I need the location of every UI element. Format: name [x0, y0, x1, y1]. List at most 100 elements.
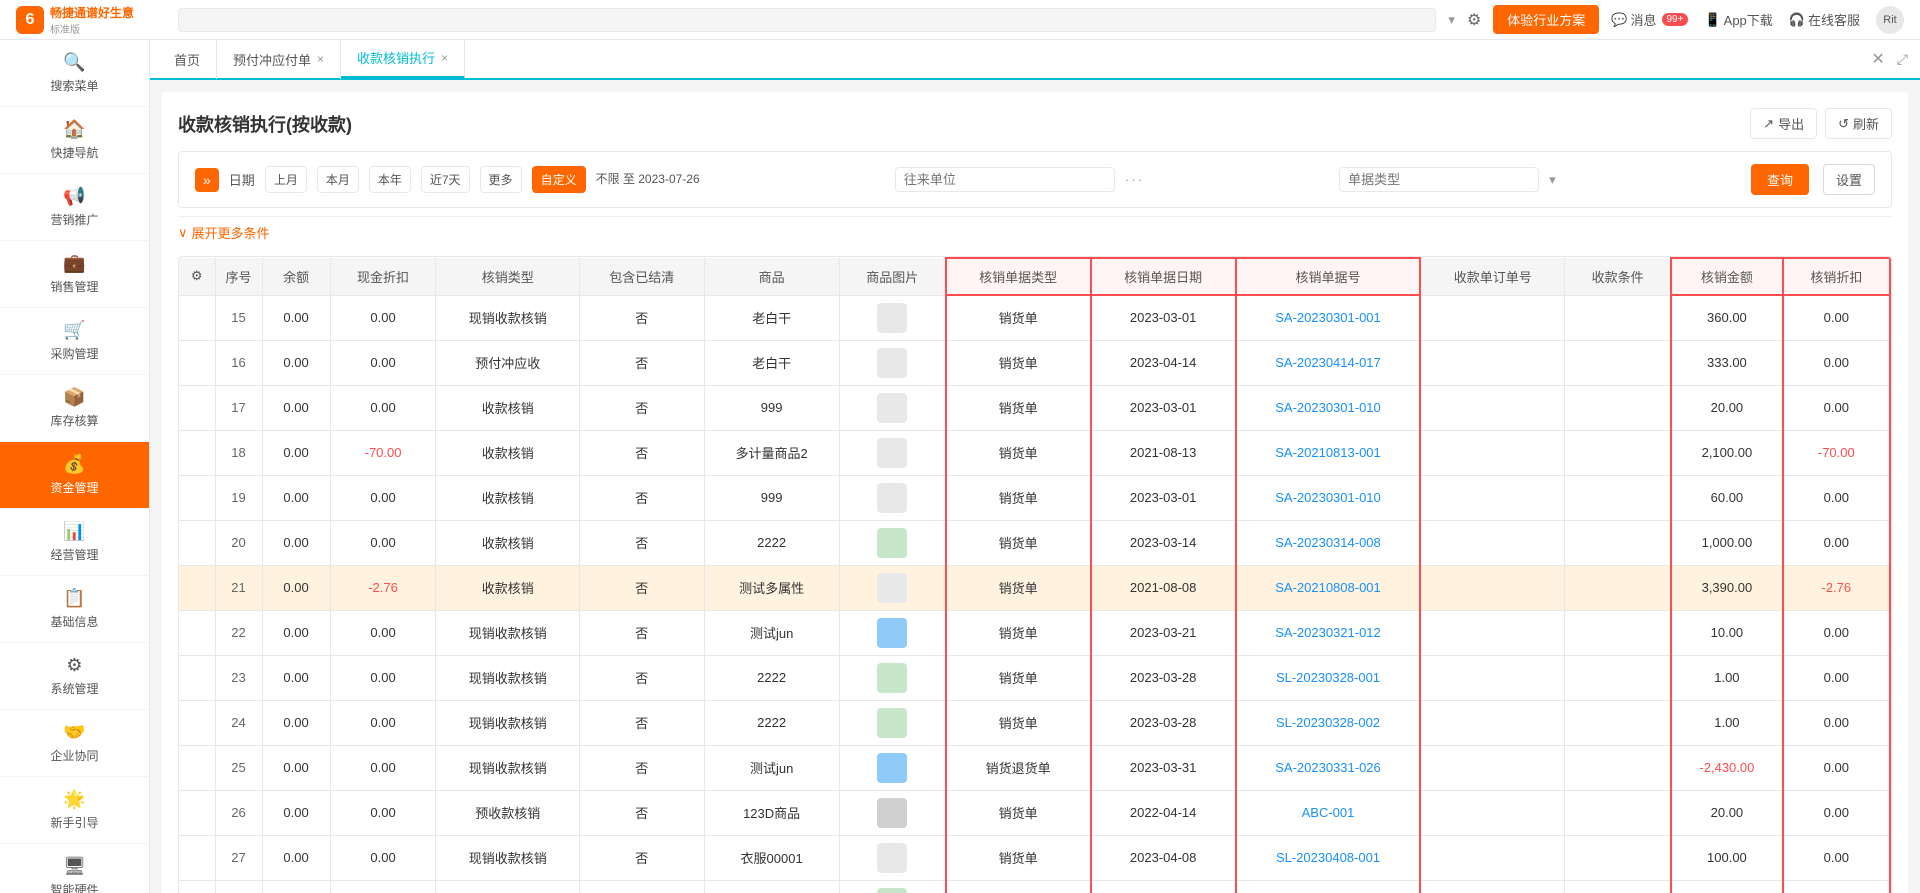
filter-last-7-days[interactable]: 近7天 — [421, 166, 470, 193]
bill-no-link[interactable]: SL-20230328-002 — [1276, 715, 1380, 730]
tab-collection-label: 收款核销执行 — [357, 48, 435, 67]
th-collection-order-no: 收款单订单号 — [1420, 258, 1564, 295]
th-gear[interactable]: ⚙ — [179, 258, 215, 295]
th-cancel-amount: 核销金额 — [1671, 258, 1782, 295]
tab-collection[interactable]: 收款核销执行 × — [341, 40, 465, 79]
bill-no-link[interactable]: SA-20230301-001 — [1275, 310, 1381, 325]
td-cash-discount: 0.00 — [330, 475, 436, 520]
td-cash-discount: 0.00 — [330, 385, 436, 430]
td-cancel-discount: 0.00 — [1783, 295, 1890, 340]
bill-no-link[interactable]: SA-20230321-012 — [1275, 625, 1381, 640]
sidebar-item-purchase[interactable]: 🛒 采购管理 — [0, 308, 149, 375]
bill-no-link[interactable]: SA-20210813-001 — [1275, 445, 1381, 460]
td-gear — [179, 835, 215, 880]
td-collection-order-no — [1420, 295, 1564, 340]
filter-last-month[interactable]: 上月 — [265, 166, 307, 193]
td-gear — [179, 880, 215, 893]
bill-no-link[interactable]: ABC-001 — [1302, 805, 1355, 820]
sidebar-item-smart-hw[interactable]: 🖥 智能硬件 — [0, 844, 149, 893]
sidebar-item-system[interactable]: ⚙ 系统管理 — [0, 643, 149, 710]
bill-no-link[interactable]: SL-20230408-001 — [1276, 850, 1380, 865]
table-container: ⚙ 序号 余额 现金折扣 核销类型 包含已结清 商品 商品图片 核销单据类型 — [178, 256, 1892, 893]
bill-no-link[interactable]: SA-20230414-017 — [1275, 355, 1381, 370]
td-collection-terms — [1565, 565, 1672, 610]
th-product-img: 商品图片 — [839, 258, 946, 295]
td-cancel-discount: 0.00 — [1783, 610, 1890, 655]
sidebar-item-inventory[interactable]: 📦 库存核算 — [0, 375, 149, 442]
sidebar-item-quick-nav[interactable]: 🏠 快捷导航 — [0, 107, 149, 174]
user-avatar[interactable]: Rit — [1876, 6, 1904, 34]
expand-more-button[interactable]: ∨ 展开更多条件 — [178, 223, 1892, 242]
td-collection-order-no — [1420, 655, 1564, 700]
bill-no-link[interactable]: SL-20230328-001 — [1276, 670, 1380, 685]
basic-info-icon: 📋 — [63, 588, 85, 609]
td-include-settled: 否 — [579, 790, 704, 835]
trial-button[interactable]: 体验行业方案 — [1493, 5, 1599, 34]
sidebar-item-marketing[interactable]: 📢 营销推广 — [0, 174, 149, 241]
tab-prepay-close-icon[interactable]: × — [317, 52, 324, 66]
filter-this-year[interactable]: 本年 — [369, 166, 411, 193]
message-button[interactable]: 💬 消息 99+ — [1611, 10, 1688, 29]
td-collection-order-no — [1420, 835, 1564, 880]
td-bill-no: SL-20230328-002 — [1236, 700, 1421, 745]
sidebar-item-enterprise[interactable]: 🤝 企业协同 — [0, 710, 149, 777]
tab-expand-icon[interactable]: ⤢ — [1893, 47, 1912, 72]
sidebar-item-finance[interactable]: 💰 资金管理 — [0, 442, 149, 509]
bill-type-dropdown-icon[interactable]: ▾ — [1549, 172, 1556, 188]
dropdown-arrow-icon[interactable]: ▾ — [1448, 12, 1455, 28]
td-no: 21 — [215, 565, 262, 610]
filter-custom-date[interactable]: 自定义 — [532, 166, 586, 193]
td-cancel-type: 现销收款核销 — [436, 700, 579, 745]
td-cancel-amount: 1,000.00 — [1671, 520, 1782, 565]
bill-type-input[interactable] — [1339, 167, 1539, 192]
sidebar-item-search-menu[interactable]: 🔍 搜索菜单 — [0, 40, 149, 107]
tab-close-all-icon[interactable]: ✕ — [1867, 45, 1888, 73]
td-cancel-amount: 1.00 — [1671, 700, 1782, 745]
filter-more-dates[interactable]: 更多 — [480, 166, 522, 193]
search-input[interactable] — [178, 8, 1436, 32]
filter-this-month[interactable]: 本月 — [317, 166, 359, 193]
sidebar-item-guide[interactable]: 🌟 新手引导 — [0, 777, 149, 844]
filter-expand-button[interactable]: » — [195, 168, 219, 192]
tab-collection-close-icon[interactable]: × — [441, 51, 448, 65]
bill-no-link[interactable]: SA-20230301-010 — [1275, 400, 1381, 415]
td-gear — [179, 700, 215, 745]
query-button[interactable]: 查询 — [1751, 164, 1809, 195]
td-cancel-discount: 0.00 — [1783, 835, 1890, 880]
bill-no-link[interactable]: SA-20230331-026 — [1275, 760, 1381, 775]
sidebar-item-basic-info[interactable]: 📋 基础信息 — [0, 576, 149, 643]
sidebar-item-sales[interactable]: 💼 销售管理 — [0, 241, 149, 308]
td-cash-discount: 0.00 — [330, 610, 436, 655]
online-service-button[interactable]: 🎧 在线客服 — [1789, 10, 1860, 29]
bill-no-link[interactable]: SA-20210808-001 — [1275, 580, 1381, 595]
td-product-img — [839, 520, 946, 565]
settings-button[interactable]: 设置 — [1823, 164, 1875, 195]
td-balance: 0.00 — [262, 430, 330, 475]
td-bill-date: 2023-04-18 — [1091, 880, 1236, 893]
logo-badge: 标准版 — [50, 21, 134, 36]
td-cancel-discount: 0.00 — [1783, 340, 1890, 385]
sidebar-label: 资金管理 — [50, 479, 98, 496]
td-cancel-type: 收款核销 — [436, 565, 579, 610]
bill-no-link[interactable]: SA-20230314-008 — [1275, 535, 1381, 550]
td-collection-terms — [1565, 745, 1672, 790]
td-include-settled: 否 — [579, 295, 704, 340]
tab-home[interactable]: 首页 — [158, 40, 217, 79]
td-collection-order-no — [1420, 790, 1564, 835]
td-product-img — [839, 565, 946, 610]
tab-prepay[interactable]: 预付冲应付单 × — [217, 40, 341, 79]
bill-no-link[interactable]: SA-20230301-010 — [1275, 490, 1381, 505]
td-collection-order-no — [1420, 565, 1564, 610]
td-cancel-amount: 20.00 — [1671, 790, 1782, 835]
td-product-img — [839, 475, 946, 520]
export-button[interactable]: ↗ 导出 — [1750, 108, 1817, 139]
app-download-button[interactable]: 📱 App下载 — [1704, 10, 1772, 29]
td-balance: 0.00 — [262, 295, 330, 340]
th-product: 商品 — [704, 258, 839, 295]
from-unit-input[interactable] — [895, 167, 1115, 192]
td-cancel-discount: 0.00 — [1783, 745, 1890, 790]
refresh-button[interactable]: ↺ 刷新 — [1825, 108, 1892, 139]
settings-gear-icon[interactable]: ⚙ — [1467, 10, 1481, 30]
td-bill-type: 销货单 — [946, 610, 1091, 655]
sidebar-item-operations[interactable]: 📊 经营管理 — [0, 509, 149, 576]
